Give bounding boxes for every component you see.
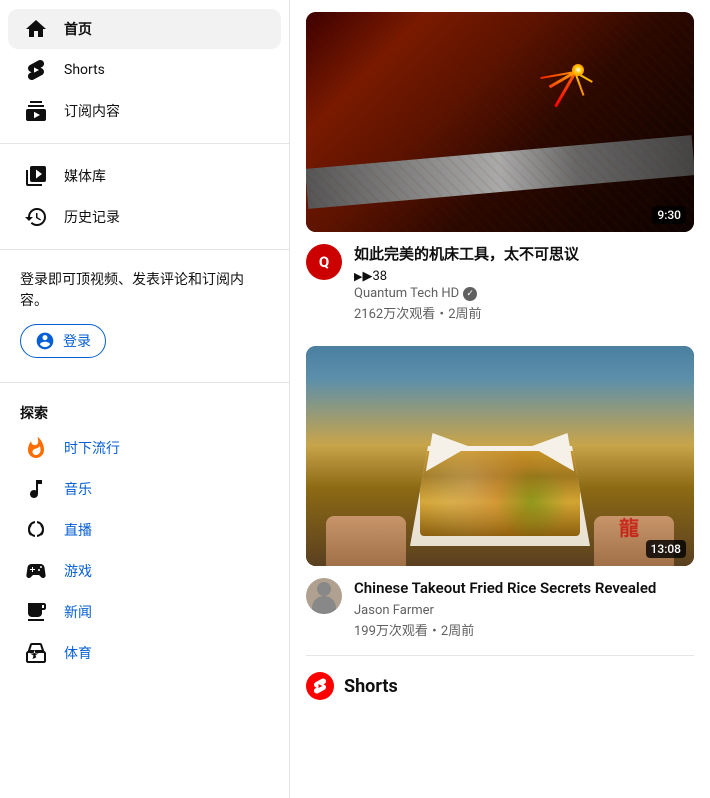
video-stats-1: 2162万次观看・2周前 (354, 303, 694, 322)
user-circle-icon (35, 331, 55, 351)
nav-item-live[interactable]: 直播 (8, 510, 281, 550)
divider-2 (0, 249, 289, 250)
nav-item-gaming[interactable]: 游戏 (8, 551, 281, 591)
duration-1: 9:30 (652, 206, 686, 224)
nav-item-library[interactable]: 媒体库 (8, 156, 281, 196)
video-title-2[interactable]: Chinese Takeout Fried Rice Secrets Revea… (354, 578, 694, 599)
music-label: 音乐 (64, 479, 92, 499)
signin-button[interactable]: 登录 (20, 324, 106, 358)
video-likes-1: ▶▶38 (354, 269, 694, 284)
avatar-2[interactable] (306, 578, 342, 614)
sports-label: 体育 (64, 643, 92, 663)
verified-icon-1: ✓ (463, 287, 477, 301)
signin-section: 登录即可顶视频、发表评论和订阅内容。 登录 (0, 262, 289, 370)
thumbnail-2[interactable]: 龍 13:08 (306, 346, 694, 566)
gaming-label: 游戏 (64, 561, 92, 581)
divider-3 (0, 382, 289, 383)
signin-prompt: 登录即可顶视频、发表评论和订阅内容。 (20, 270, 269, 312)
channel-name-2[interactable]: Jason Farmer (354, 603, 434, 618)
video-meta-2: Chinese Takeout Fried Rice Secrets Revea… (306, 578, 694, 639)
nav-item-news[interactable]: 新闻 (8, 592, 281, 632)
video-info-1: 如此完美的机床工具，太不可思议 ▶▶38 Quantum Tech HD ✓ 2… (354, 244, 694, 322)
nav-history-label: 历史记录 (64, 207, 120, 227)
trending-label: 时下流行 (64, 438, 120, 458)
channel-name-1[interactable]: Quantum Tech HD (354, 286, 459, 301)
shorts-nav-icon (24, 58, 48, 82)
video-title-1[interactable]: 如此完美的机床工具，太不可思议 (354, 244, 694, 265)
shorts-section-divider (306, 655, 694, 656)
nav-subscriptions-label: 订阅内容 (64, 101, 120, 121)
nav-item-trending[interactable]: 时下流行 (8, 428, 281, 468)
signin-label: 登录 (63, 331, 91, 351)
nav-home-label: 首页 (64, 19, 92, 39)
nav-shorts-label: Shorts (64, 62, 105, 78)
video-card-1: 9:30 Q 如此完美的机床工具，太不可思议 ▶▶38 Quantum Tech… (290, 0, 710, 334)
video-card-2: 龍 13:08 Chinese Takeout Fried Rice Secre… (290, 334, 710, 651)
gaming-icon (24, 559, 48, 583)
subscriptions-icon (24, 99, 48, 123)
thumbnail-1[interactable]: 9:30 (306, 12, 694, 232)
live-icon (24, 518, 48, 542)
nav-item-music[interactable]: 音乐 (8, 469, 281, 509)
duration-2: 13:08 (646, 540, 686, 558)
avatar-1[interactable]: Q (306, 244, 342, 280)
nav-item-home[interactable]: 首页 (8, 9, 281, 49)
live-label: 直播 (64, 520, 92, 540)
nav-item-subscriptions[interactable]: 订阅内容 (8, 91, 281, 131)
channel-info-2: Jason Farmer (354, 603, 694, 618)
news-icon (24, 600, 48, 624)
sports-icon (24, 641, 48, 665)
home-icon (24, 17, 48, 41)
sidebar: 首页 Shorts 订阅内容 媒体库 历 (0, 0, 290, 798)
video-meta-1: Q 如此完美的机床工具，太不可思议 ▶▶38 Quantum Tech HD ✓… (306, 244, 694, 322)
nav-library-label: 媒体库 (64, 166, 106, 186)
shorts-section-header: Shorts (290, 660, 710, 708)
avatar-label-1: Q (319, 253, 329, 271)
trending-icon (24, 436, 48, 460)
history-icon (24, 205, 48, 229)
video-info-2: Chinese Takeout Fried Rice Secrets Revea… (354, 578, 694, 639)
nav-item-shorts[interactable]: Shorts (8, 50, 281, 90)
nav-item-history[interactable]: 历史记录 (8, 197, 281, 237)
channel-info-1: Quantum Tech HD ✓ (354, 286, 694, 301)
music-icon (24, 477, 48, 501)
library-icon (24, 164, 48, 188)
explore-section-title: 探索 (0, 395, 289, 427)
video-stats-2: 199万次观看・2周前 (354, 620, 694, 639)
news-label: 新闻 (64, 602, 92, 622)
divider-1 (0, 143, 289, 144)
nav-item-sports[interactable]: 体育 (8, 633, 281, 673)
shorts-section-title: Shorts (344, 676, 398, 697)
main-content: 9:30 Q 如此完美的机床工具，太不可思议 ▶▶38 Quantum Tech… (290, 0, 710, 798)
shorts-section-icon (306, 672, 334, 700)
